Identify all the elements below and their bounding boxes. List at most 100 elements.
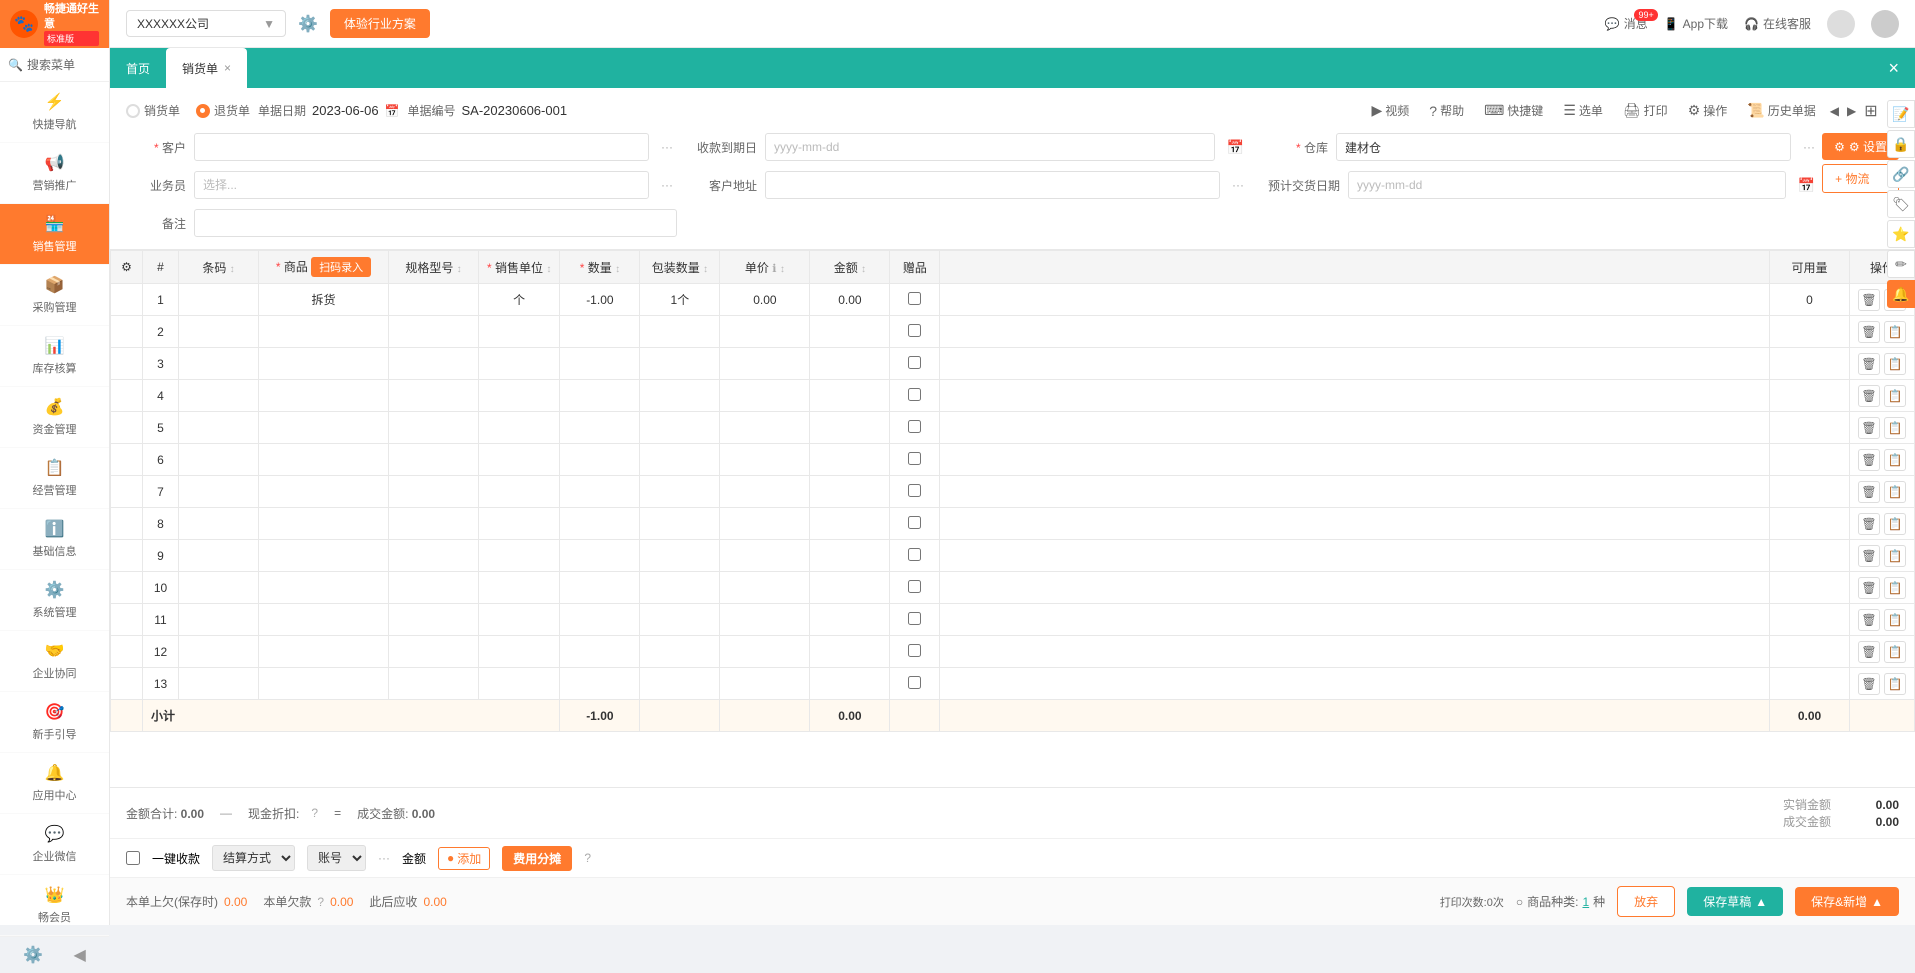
row-qty[interactable]: -1.00 (560, 284, 640, 316)
row-pkg[interactable] (640, 380, 720, 412)
copy-row-btn[interactable]: 📋 (1884, 545, 1906, 567)
sidebar-item-marketing[interactable]: 📢 营销推广 (0, 143, 109, 204)
th-pkg-sort[interactable]: ↕ (703, 264, 708, 275)
row-spec[interactable] (389, 540, 479, 572)
row-barcode[interactable] (179, 604, 259, 636)
row-amount[interactable] (810, 636, 890, 668)
delete-row-btn[interactable]: 🗑 (1858, 353, 1880, 375)
collapse-icon[interactable]: ◀ (73, 945, 85, 965)
row-spec[interactable] (389, 444, 479, 476)
th-qty-sort[interactable]: ↕ (615, 264, 620, 275)
row-unit[interactable] (479, 348, 560, 380)
settings-icon[interactable]: ⚙️ (298, 14, 318, 34)
video-btn[interactable]: ▶ 视频 (1365, 100, 1415, 121)
help-btn[interactable]: ? 帮助 (1423, 100, 1470, 121)
row-qty[interactable] (560, 636, 640, 668)
row-pkg[interactable] (640, 412, 720, 444)
gift-checkbox[interactable] (908, 356, 921, 369)
radio-sales[interactable]: 销货单 (126, 102, 180, 119)
row-qty[interactable] (560, 572, 640, 604)
row-spec[interactable] (389, 412, 479, 444)
print-btn[interactable]: 🖨 打印 (1617, 100, 1674, 121)
row-qty[interactable] (560, 604, 640, 636)
abandon-btn[interactable]: 放弃 (1617, 886, 1675, 917)
row-spec[interactable] (389, 508, 479, 540)
sidebar-item-guide[interactable]: 🎯 新手引导 (0, 692, 109, 753)
discount-help-icon[interactable]: ? (311, 806, 318, 820)
gift-checkbox[interactable] (908, 452, 921, 465)
save-draft-btn[interactable]: 保存草稿 ▲ (1687, 887, 1783, 916)
row-unit[interactable] (479, 508, 560, 540)
settings-bottom-icon[interactable]: ⚙️ (23, 945, 43, 965)
warehouse-input[interactable] (1336, 133, 1791, 161)
row-qty[interactable] (560, 476, 640, 508)
right-panel-tag-btn[interactable]: 🏷 (1887, 190, 1915, 218)
sidebar-item-collab[interactable]: 🤝 企业协同 (0, 631, 109, 692)
row-gift[interactable] (890, 348, 940, 380)
row-amount[interactable] (810, 476, 890, 508)
right-panel-link-btn[interactable]: 🔗 (1887, 160, 1915, 188)
prev-icon[interactable]: ◀ (1830, 104, 1839, 118)
row-pkg[interactable] (640, 444, 720, 476)
delete-row-btn[interactable]: 🗑 (1858, 481, 1880, 503)
scan-btn[interactable]: 扫码录入 (311, 257, 371, 277)
delete-row-btn[interactable]: 🗑 (1858, 385, 1880, 407)
copy-row-btn[interactable]: 📋 (1884, 577, 1906, 599)
row-barcode[interactable] (179, 668, 259, 700)
user-avatar[interactable] (1827, 10, 1855, 38)
row-amount[interactable] (810, 572, 890, 604)
sidebar-item-purchase[interactable]: 📦 采购管理 (0, 265, 109, 326)
select-order-btn[interactable]: ☰ 选单 (1557, 100, 1609, 121)
row-qty[interactable] (560, 348, 640, 380)
delete-row-btn[interactable]: 🗑 (1858, 577, 1880, 599)
account-select[interactable]: 账号 (307, 845, 366, 871)
history-btn[interactable]: 📜 历史单据 (1741, 100, 1821, 121)
row-pkg[interactable] (640, 540, 720, 572)
right-panel-notes-btn[interactable]: 📝 (1887, 100, 1915, 128)
row-pkg[interactable] (640, 604, 720, 636)
expected-date-calendar-icon[interactable]: 📅 (1794, 177, 1819, 194)
trial-btn[interactable]: 体验行业方案 (330, 9, 430, 38)
row-barcode[interactable] (179, 636, 259, 668)
row-price[interactable]: 0.00 (720, 284, 810, 316)
row-amount[interactable] (810, 540, 890, 572)
row-pkg[interactable]: 1个 (640, 284, 720, 316)
expected-date-input[interactable] (1348, 171, 1786, 199)
tab-close-icon[interactable]: × (224, 61, 231, 75)
delete-row-btn[interactable]: 🗑 (1858, 609, 1880, 631)
delete-row-btn[interactable]: 🗑 (1858, 417, 1880, 439)
copy-row-btn[interactable]: 📋 (1884, 609, 1906, 631)
row-price[interactable] (720, 668, 810, 700)
copy-row-btn[interactable]: 📋 (1884, 385, 1906, 407)
row-gift[interactable] (890, 636, 940, 668)
gift-checkbox[interactable] (908, 292, 921, 305)
row-product[interactable] (259, 508, 389, 540)
right-panel-lock-btn[interactable]: 🔒 (1887, 130, 1915, 158)
row-unit[interactable] (479, 540, 560, 572)
row-product[interactable] (259, 540, 389, 572)
remark-input[interactable] (194, 209, 677, 237)
row-unit[interactable] (479, 476, 560, 508)
row-pkg[interactable] (640, 636, 720, 668)
row-unit[interactable] (479, 668, 560, 700)
addr-dots-icon[interactable]: ··· (1228, 178, 1248, 192)
row-price[interactable] (720, 572, 810, 604)
row-price[interactable] (720, 380, 810, 412)
row-barcode[interactable] (179, 348, 259, 380)
sidebar-item-sales[interactable]: 🏪 销售管理 (0, 204, 109, 265)
row-gift[interactable] (890, 380, 940, 412)
sidebar-item-finance[interactable]: 💰 资金管理 (0, 387, 109, 448)
sidebar-item-inventory[interactable]: 📊 库存核算 (0, 326, 109, 387)
row-unit[interactable] (479, 412, 560, 444)
row-amount[interactable] (810, 412, 890, 444)
row-qty[interactable] (560, 316, 640, 348)
message-btn[interactable]: 💬 消息 99+ (1605, 15, 1648, 32)
row-pkg[interactable] (640, 668, 720, 700)
sidebar-item-appstore[interactable]: 🔔 应用中心 (0, 753, 109, 814)
row-gift[interactable] (890, 604, 940, 636)
gift-checkbox[interactable] (908, 388, 921, 401)
copy-row-btn[interactable]: 📋 (1884, 513, 1906, 535)
row-unit[interactable]: 个 (479, 284, 560, 316)
row-amount[interactable] (810, 604, 890, 636)
row-barcode[interactable] (179, 284, 259, 316)
